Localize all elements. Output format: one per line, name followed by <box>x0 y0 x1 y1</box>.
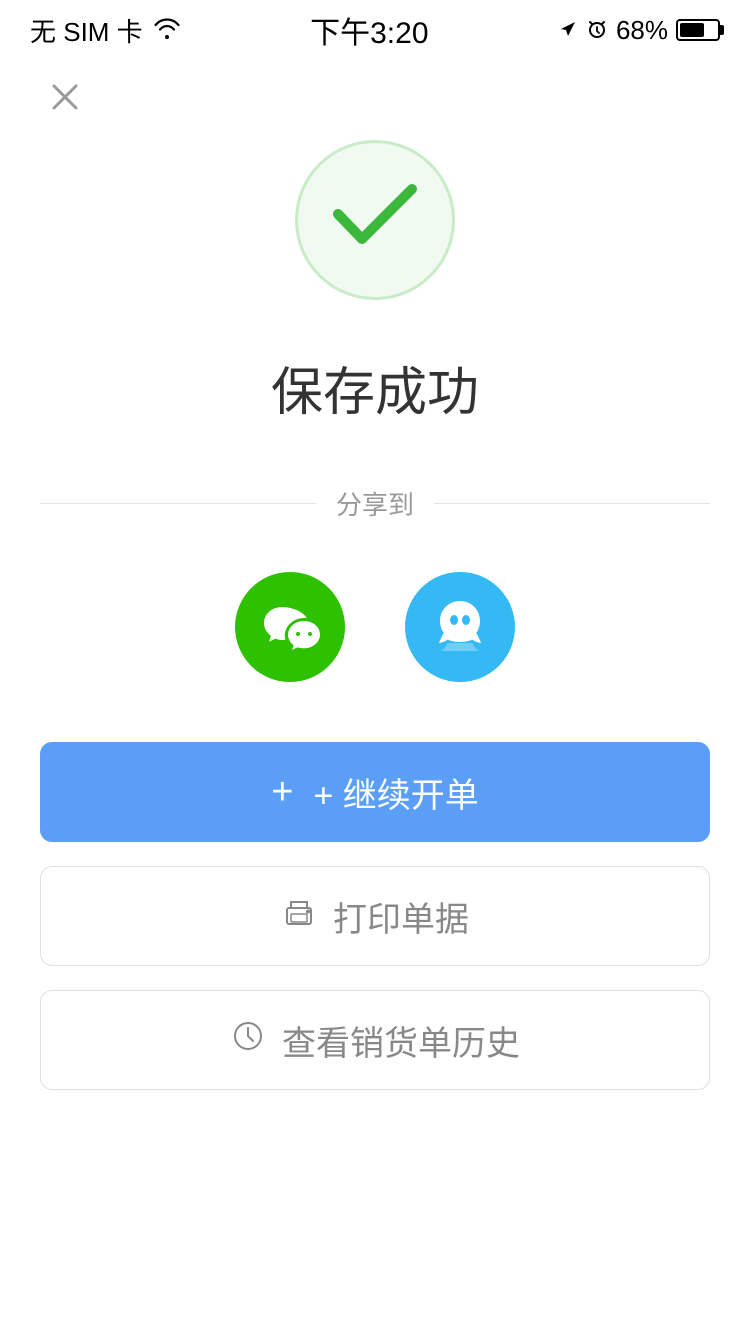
history-button[interactable]: 查看销货单历史 <box>40 990 710 1090</box>
qq-icon <box>428 593 492 662</box>
qq-share-button[interactable] <box>405 572 515 682</box>
share-divider: 分享到 <box>40 485 710 522</box>
share-section: 分享到 <box>0 485 750 682</box>
status-left: 无 SIM 卡 <box>30 12 181 49</box>
success-circle <box>295 140 455 300</box>
battery-percent: 68% <box>616 15 668 46</box>
wifi-icon <box>153 15 181 46</box>
location-icon <box>558 15 578 46</box>
action-buttons: + + 继续开单 打印单据 查看销货单历 <box>0 742 750 1090</box>
status-bar: 无 SIM 卡 下午3:20 68% <box>0 0 750 60</box>
divider-right <box>434 503 710 504</box>
alarm-icon <box>586 15 608 46</box>
wechat-share-button[interactable] <box>235 572 345 682</box>
print-button[interactable]: 打印单据 <box>40 866 710 966</box>
main-content: 保存成功 分享到 <box>0 60 750 1090</box>
continue-button[interactable]: + + 继续开单 <box>40 742 710 842</box>
share-icons <box>40 572 710 682</box>
success-title: 保存成功 <box>271 350 479 425</box>
share-label: 分享到 <box>336 485 414 522</box>
battery-icon <box>676 19 720 41</box>
status-time: 下午3:20 <box>310 8 428 52</box>
print-icon <box>281 894 317 939</box>
sim-text: 无 SIM 卡 <box>30 12 143 49</box>
history-icon <box>230 1018 266 1063</box>
checkmark-icon <box>330 179 420 262</box>
continue-plus-icon: + <box>271 771 293 814</box>
history-label: 查看销货单历史 <box>282 1016 520 1065</box>
continue-label: + 继续开单 <box>313 768 478 817</box>
print-label: 打印单据 <box>333 892 469 941</box>
close-icon <box>48 80 82 114</box>
status-right: 68% <box>558 15 720 46</box>
close-button[interactable] <box>40 72 90 122</box>
divider-left <box>40 503 316 504</box>
wechat-icon <box>258 593 322 662</box>
